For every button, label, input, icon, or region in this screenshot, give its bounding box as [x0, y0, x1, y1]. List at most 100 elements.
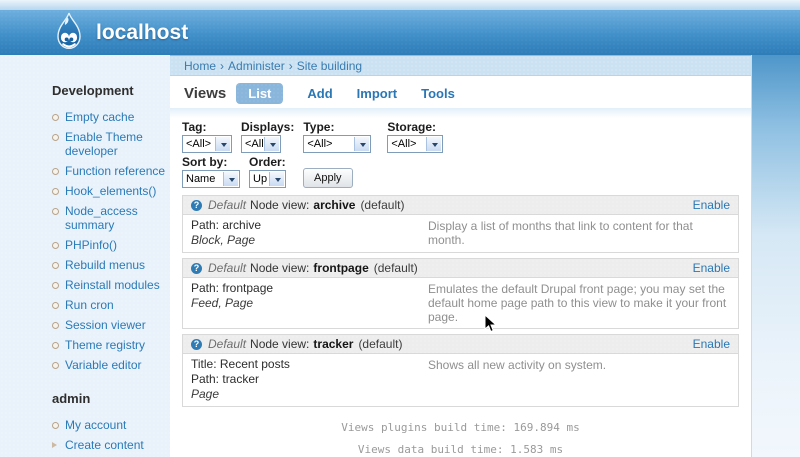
filter-label: Storage: — [387, 120, 437, 134]
view-description: Shows all new activity on system. — [428, 358, 607, 372]
sidebar-link[interactable]: Session viewer — [65, 318, 146, 332]
view-details: Title: Recent posts Path: tracker Page — [191, 357, 428, 402]
view-kind-label: Node view: — [250, 337, 310, 351]
tab-bar: List Add Import Tools — [236, 83, 479, 104]
enable-link[interactable]: Enable — [693, 198, 730, 212]
sidebar-link[interactable]: Hook_elements() — [65, 184, 156, 198]
view-row-body: Path: archive Block, Page Display a list… — [183, 215, 738, 252]
type-select[interactable]: <All> — [303, 135, 372, 153]
sidebar-item-function-reference[interactable]: Function reference — [52, 161, 166, 181]
select-value: Up — [253, 173, 268, 185]
breadcrumb: Home › Administer › Site building — [170, 55, 751, 76]
help-icon[interactable]: ? — [191, 199, 202, 211]
tab-tools[interactable]: Tools — [421, 86, 455, 101]
sidebar-link[interactable]: Rebuild menus — [65, 258, 145, 272]
view-path: Path: archive — [191, 218, 262, 232]
view-title: Title: Recent posts — [191, 357, 290, 371]
data-build-time: Views data build time: 1.583 ms — [357, 443, 564, 456]
sidebar-link[interactable]: Function reference — [65, 164, 165, 178]
tab-list[interactable]: List — [236, 83, 284, 104]
sidebar-link[interactable]: Create content — [65, 438, 144, 452]
view-name-suffix: (default) — [373, 261, 418, 275]
sort-by-select[interactable]: Name — [182, 170, 240, 188]
sidebar-item-create-content[interactable]: Create content — [52, 435, 166, 455]
enable-link[interactable]: Enable — [693, 261, 730, 275]
views-filters: Tag: <All> Displays: <All> Type: <All> S… — [170, 118, 751, 188]
sidebar-item-my-account[interactable]: My account — [52, 415, 166, 435]
circle-bullet-icon — [52, 188, 59, 195]
circle-bullet-icon — [52, 168, 59, 175]
circle-bullet-icon — [52, 242, 59, 249]
help-icon[interactable]: ? — [191, 262, 202, 274]
sidebar-item-variable-editor[interactable]: Variable editor — [52, 355, 166, 375]
apply-button[interactable]: Apply — [303, 168, 353, 188]
storage-select[interactable]: <All> — [387, 135, 444, 153]
sidebar-item-empty-cache[interactable]: Empty cache — [52, 107, 166, 127]
sidebar-item-theme-registry[interactable]: Theme registry — [52, 335, 166, 355]
sidebar-item-enable-theme-developer[interactable]: Enable Theme developer — [52, 127, 166, 161]
enable-link[interactable]: Enable — [693, 337, 730, 351]
sidebar-link[interactable]: Empty cache — [65, 110, 134, 124]
sidebar-link[interactable]: My account — [65, 418, 126, 432]
sidebar-item-session-viewer[interactable]: Session viewer — [52, 315, 166, 335]
site-name[interactable]: localhost — [96, 21, 188, 45]
view-row-body: Path: frontpage Feed, Page Emulates the … — [183, 278, 738, 328]
select-value: <All> — [307, 138, 333, 150]
filter-row-2: Sort by: Name Order: Up Apply — [182, 156, 739, 188]
view-type-label: Default — [208, 198, 247, 212]
sidebar-link[interactable]: Reinstall modules — [65, 278, 160, 292]
select-value: Name — [186, 173, 216, 185]
circle-bullet-icon — [52, 362, 59, 369]
druplicon-logo-icon[interactable] — [52, 12, 86, 54]
sidebar-item-reinstall-modules[interactable]: Reinstall modules — [52, 275, 166, 295]
sidebar-item-node-access-summary[interactable]: Node_access summary — [52, 201, 166, 235]
filter-group-tag: Tag: <All> — [182, 121, 232, 153]
sidebar-menu-admin: My account Create content Administer Con… — [52, 415, 166, 457]
chevron-down-icon — [229, 178, 235, 185]
view-name-suffix: (default) — [360, 198, 405, 212]
view-type-label: Default — [208, 337, 247, 351]
circle-bullet-icon — [52, 208, 59, 215]
sidebar-link[interactable]: Theme registry — [65, 338, 145, 352]
tag-select[interactable]: <All> — [182, 135, 232, 153]
sidebar-link[interactable]: Run cron — [65, 298, 114, 312]
filter-label: Order: — [249, 155, 286, 169]
displays-select[interactable]: <All> — [241, 135, 281, 153]
view-path: Path: frontpage — [191, 281, 274, 295]
sidebar-item-phpinfo[interactable]: PHPinfo() — [52, 235, 166, 255]
view-row-body: Title: Recent posts Path: tracker Page S… — [183, 354, 738, 406]
circle-bullet-icon — [52, 262, 59, 269]
view-name: tracker — [313, 337, 354, 351]
top-accent-strip — [0, 0, 800, 10]
sidebar-link[interactable]: PHPinfo() — [65, 238, 117, 252]
breadcrumb-separator: › — [288, 59, 293, 73]
sidebar-item-hook-elements[interactable]: Hook_elements() — [52, 181, 166, 201]
view-row-header: ? Default Node view: archive (default) E… — [183, 196, 738, 215]
mouse-cursor-icon — [484, 314, 497, 333]
sidebar-link[interactable]: Enable Theme developer — [65, 130, 143, 158]
sidebar-item-run-cron[interactable]: Run cron — [52, 295, 166, 315]
filter-label: Sort by: — [182, 155, 228, 169]
view-displays: Page — [191, 387, 220, 401]
sidebar: Development Empty cache Enable Theme dev… — [0, 55, 170, 457]
sidebar-link[interactable]: Variable editor — [65, 358, 142, 372]
tab-import[interactable]: Import — [357, 86, 397, 101]
view-name-suffix: (default) — [358, 337, 403, 351]
sidebar-item-rebuild-menus[interactable]: Rebuild menus — [52, 255, 166, 275]
filter-label: Type: — [303, 120, 335, 134]
collapsed-triangle-icon — [52, 442, 57, 448]
circle-bullet-icon — [52, 134, 59, 141]
plugins-build-time: Views plugins build time: 169.894 ms — [341, 421, 580, 434]
tab-add[interactable]: Add — [307, 86, 332, 101]
view-description: Display a list of months that link to co… — [428, 219, 693, 247]
breadcrumb-link-site-building[interactable]: Site building — [297, 59, 362, 73]
help-icon[interactable]: ? — [191, 338, 202, 350]
breadcrumb-link-home[interactable]: Home — [184, 59, 216, 73]
sidebar-link[interactable]: Node_access summary — [65, 204, 138, 232]
order-select[interactable]: Up — [249, 170, 286, 188]
drupal-admin-screen: localhost Development Empty cache Enable… — [0, 0, 800, 457]
breadcrumb-link-administer[interactable]: Administer — [228, 59, 285, 73]
view-name: archive — [313, 198, 356, 212]
circle-bullet-icon — [52, 302, 59, 309]
view-kind-label: Node view: — [250, 261, 310, 275]
